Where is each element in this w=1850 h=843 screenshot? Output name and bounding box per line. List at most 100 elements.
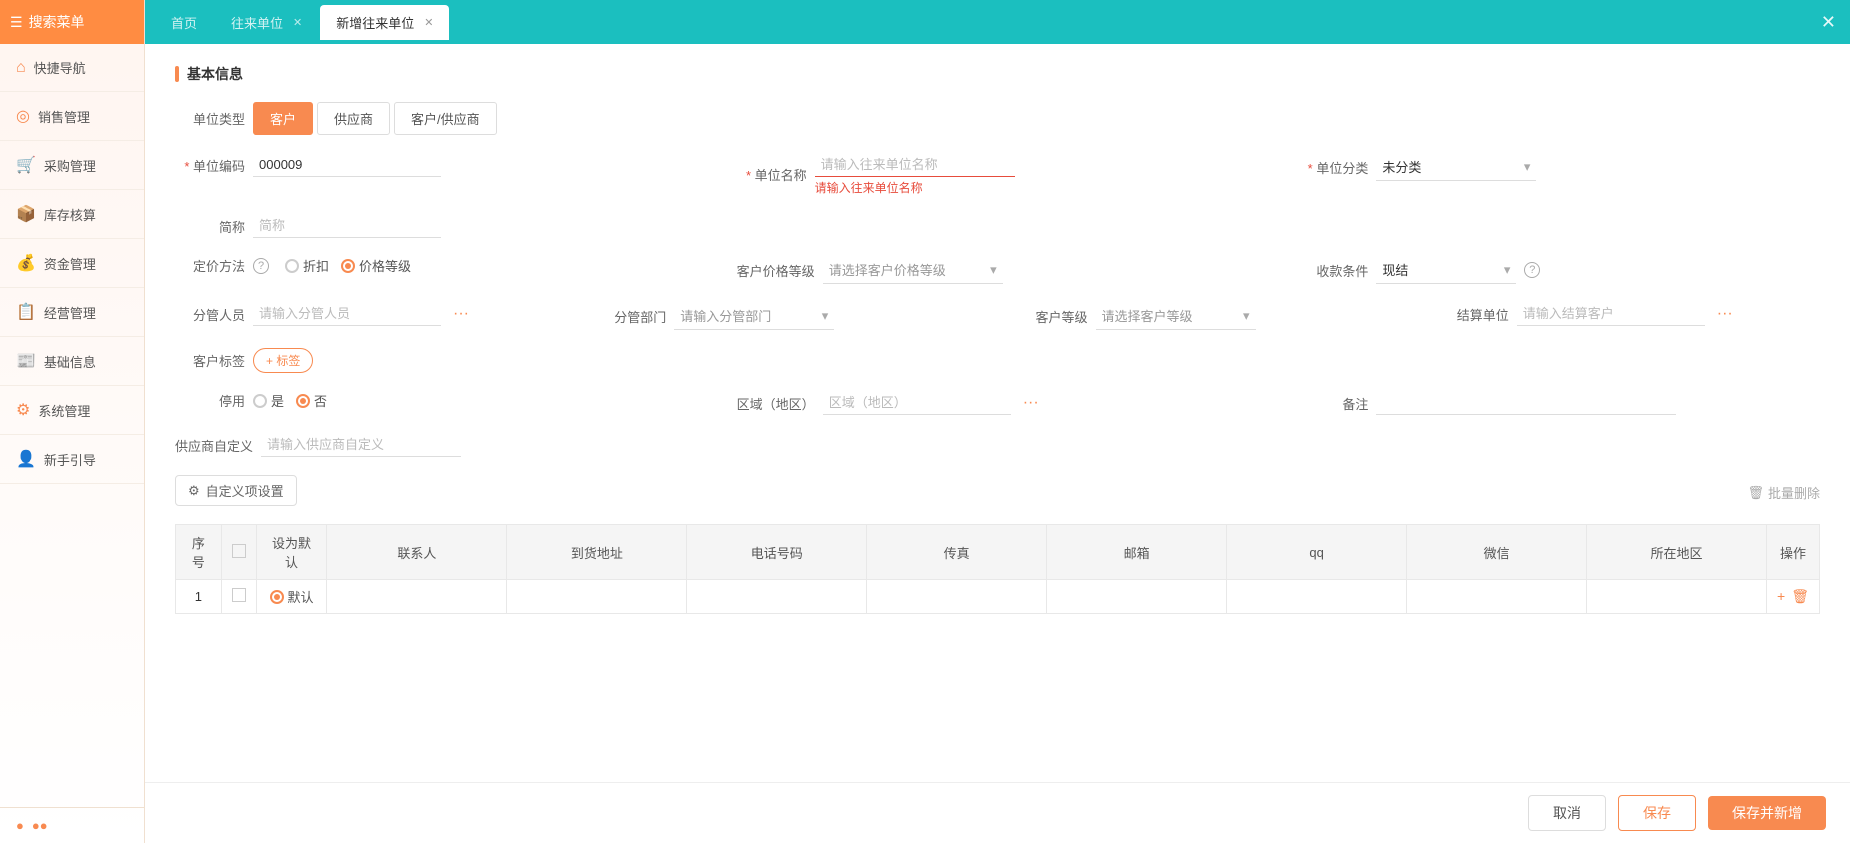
payment-terms-label: 收款条件 xyxy=(1298,261,1368,280)
cell-qq[interactable] xyxy=(1227,580,1407,614)
unit-category-label: 单位分类 xyxy=(1298,158,1368,177)
qq-input[interactable] xyxy=(1237,589,1396,604)
system-icon: ⚙ xyxy=(16,400,30,420)
sidebar-search[interactable]: ☰ 搜索菜单 xyxy=(0,0,144,44)
pricing-level[interactable]: 价格等级 xyxy=(341,256,411,275)
sidebar-item-finance[interactable]: 💰 资金管理 xyxy=(0,239,144,288)
tab-partners[interactable]: 往来单位 ✕ xyxy=(215,5,318,40)
discount-radio[interactable] xyxy=(285,259,299,273)
cell-contact[interactable] xyxy=(327,580,507,614)
row-disabled: 停用 是 否 区域（地区） ··· xyxy=(175,391,1820,415)
form-container: 基本信息 单位类型 客户 供应商 客户/供应商 单位编码 单位名称 xyxy=(145,44,1850,782)
cell-phone[interactable] xyxy=(687,580,867,614)
cell-region[interactable] xyxy=(1587,580,1767,614)
tab-bar: 首页 往来单位 ✕ 新增往来单位 ✕ ✕ xyxy=(145,0,1850,44)
unit-code-input[interactable] xyxy=(253,153,441,177)
field-region: 区域（地区） ··· xyxy=(737,391,1259,415)
region-more-btn[interactable]: ··· xyxy=(1019,394,1043,412)
manager-more-btn[interactable]: ··· xyxy=(449,305,473,323)
unit-type-label: 单位类型 xyxy=(175,109,245,128)
sidebar-item-operation[interactable]: 📋 经营管理 xyxy=(0,288,144,337)
cell-email[interactable] xyxy=(1047,580,1227,614)
cell-fax[interactable] xyxy=(867,580,1047,614)
fax-input[interactable] xyxy=(877,589,1036,604)
tab-home[interactable]: 首页 xyxy=(155,5,213,40)
tag-label: 客户标签 xyxy=(175,351,245,370)
yes-radio[interactable] xyxy=(253,394,267,408)
table-section: ⚙ 自定义项设置 🗑 批量删除 序号 设为默认 联系人 到货地址 电 xyxy=(175,475,1820,614)
select-all-checkbox[interactable] xyxy=(232,544,246,558)
sidebar-item-system[interactable]: ⚙ 系统管理 xyxy=(0,386,144,435)
field-pricing: 定价方法 ? 折扣 价格等级 xyxy=(175,256,697,275)
col-checkbox xyxy=(221,525,256,580)
cell-wechat[interactable] xyxy=(1407,580,1587,614)
basic-icon: 📰 xyxy=(16,351,36,371)
cell-address[interactable] xyxy=(507,580,687,614)
unit-category-select[interactable]: 未分类 ▾ xyxy=(1376,153,1536,181)
btn-supplier[interactable]: 供应商 xyxy=(317,102,390,135)
settlement-more-btn[interactable]: ··· xyxy=(1713,305,1737,323)
sidebar-item-quick-nav[interactable]: ⌂ 快捷导航 xyxy=(0,44,144,92)
field-supplier-custom: 供应商自定义 xyxy=(175,433,1820,457)
delete-row-btn[interactable]: 🗑 xyxy=(1791,588,1809,605)
add-tag-btn[interactable]: + 标签 xyxy=(253,348,313,373)
payment-terms-select[interactable]: 现结 ▾ xyxy=(1376,256,1516,284)
sidebar-item-purchase[interactable]: 🛒 采购管理 xyxy=(0,141,144,190)
address-input[interactable] xyxy=(517,589,676,604)
sidebar-item-guide[interactable]: 👤 新手引导 xyxy=(0,435,144,484)
col-email: 邮箱 xyxy=(1047,525,1227,580)
tab-partners-close[interactable]: ✕ xyxy=(293,16,302,29)
disabled-no[interactable]: 否 xyxy=(296,391,327,410)
disabled-label: 停用 xyxy=(175,391,245,410)
tab-new-partner-close[interactable]: ✕ xyxy=(424,16,433,29)
abbr-input[interactable] xyxy=(253,214,441,238)
add-row-btn[interactable]: + xyxy=(1777,588,1785,605)
field-unit-name: 单位名称 请输入往来单位名称 xyxy=(737,153,1259,196)
phone-input[interactable] xyxy=(697,589,856,604)
btn-both[interactable]: 客户/供应商 xyxy=(394,102,497,135)
default-radio-label[interactable]: 默认 xyxy=(267,587,317,606)
inventory-icon: 📦 xyxy=(16,204,36,224)
sidebar-item-inventory[interactable]: 📦 库存核算 xyxy=(0,190,144,239)
field-payment-terms: 收款条件 现结 ▾ ? xyxy=(1298,256,1820,284)
no-radio[interactable] xyxy=(296,394,310,408)
tab-close-all[interactable]: ✕ xyxy=(1821,12,1836,33)
tab-new-partner[interactable]: 新增往来单位 ✕ xyxy=(320,5,449,40)
supplier-custom-input[interactable] xyxy=(261,433,461,457)
btn-customer[interactable]: 客户 xyxy=(253,102,313,135)
field-unit-type: 单位类型 客户 供应商 客户/供应商 xyxy=(175,102,1820,135)
default-radio-circle[interactable] xyxy=(270,590,284,604)
unit-name-input[interactable] xyxy=(815,153,1015,177)
cancel-button[interactable]: 取消 xyxy=(1528,795,1606,831)
home-icon: ⌂ xyxy=(16,59,26,77)
unit-type-group: 客户 供应商 客户/供应商 xyxy=(253,102,497,135)
row-supplier-custom: 供应商自定义 xyxy=(175,433,1820,457)
pricing-help-icon[interactable]: ? xyxy=(253,258,269,274)
batch-delete-btn[interactable]: 🗑 批量删除 xyxy=(1747,483,1820,502)
pricing-discount[interactable]: 折扣 xyxy=(285,256,329,275)
wechat-input[interactable] xyxy=(1417,589,1576,604)
contact-input[interactable] xyxy=(337,589,496,604)
sidebar-item-basic[interactable]: 📰 基础信息 xyxy=(0,337,144,386)
custom-settings-btn[interactable]: ⚙ 自定义项设置 xyxy=(175,475,297,506)
customer-price-level-select[interactable]: 请选择客户价格等级 ▾ xyxy=(823,256,1003,284)
settlement-input[interactable] xyxy=(1517,302,1705,326)
manager-input[interactable] xyxy=(253,302,441,326)
customer-level-select[interactable]: 请选择客户等级 ▾ xyxy=(1096,302,1256,330)
save-new-button[interactable]: 保存并新增 xyxy=(1708,796,1826,830)
row-region-input[interactable] xyxy=(1597,589,1756,604)
disabled-yes[interactable]: 是 xyxy=(253,391,284,410)
settlement-label: 结算单位 xyxy=(1439,305,1509,324)
pricing-radio-group: 折扣 价格等级 xyxy=(285,256,411,275)
save-button[interactable]: 保存 xyxy=(1618,795,1696,831)
field-tag: 客户标签 + 标签 xyxy=(175,348,1820,373)
payment-help-icon[interactable]: ? xyxy=(1524,262,1540,278)
region-input[interactable] xyxy=(823,391,1011,415)
sidebar-item-sales[interactable]: ◎ 销售管理 xyxy=(0,92,144,141)
finance-icon: 💰 xyxy=(16,253,36,273)
department-select[interactable]: 请输入分管部门 ▾ xyxy=(674,302,834,330)
price-level-radio[interactable] xyxy=(341,259,355,273)
row-checkbox[interactable] xyxy=(232,588,246,602)
email-input[interactable] xyxy=(1057,589,1216,604)
remark-input[interactable] xyxy=(1376,391,1676,415)
